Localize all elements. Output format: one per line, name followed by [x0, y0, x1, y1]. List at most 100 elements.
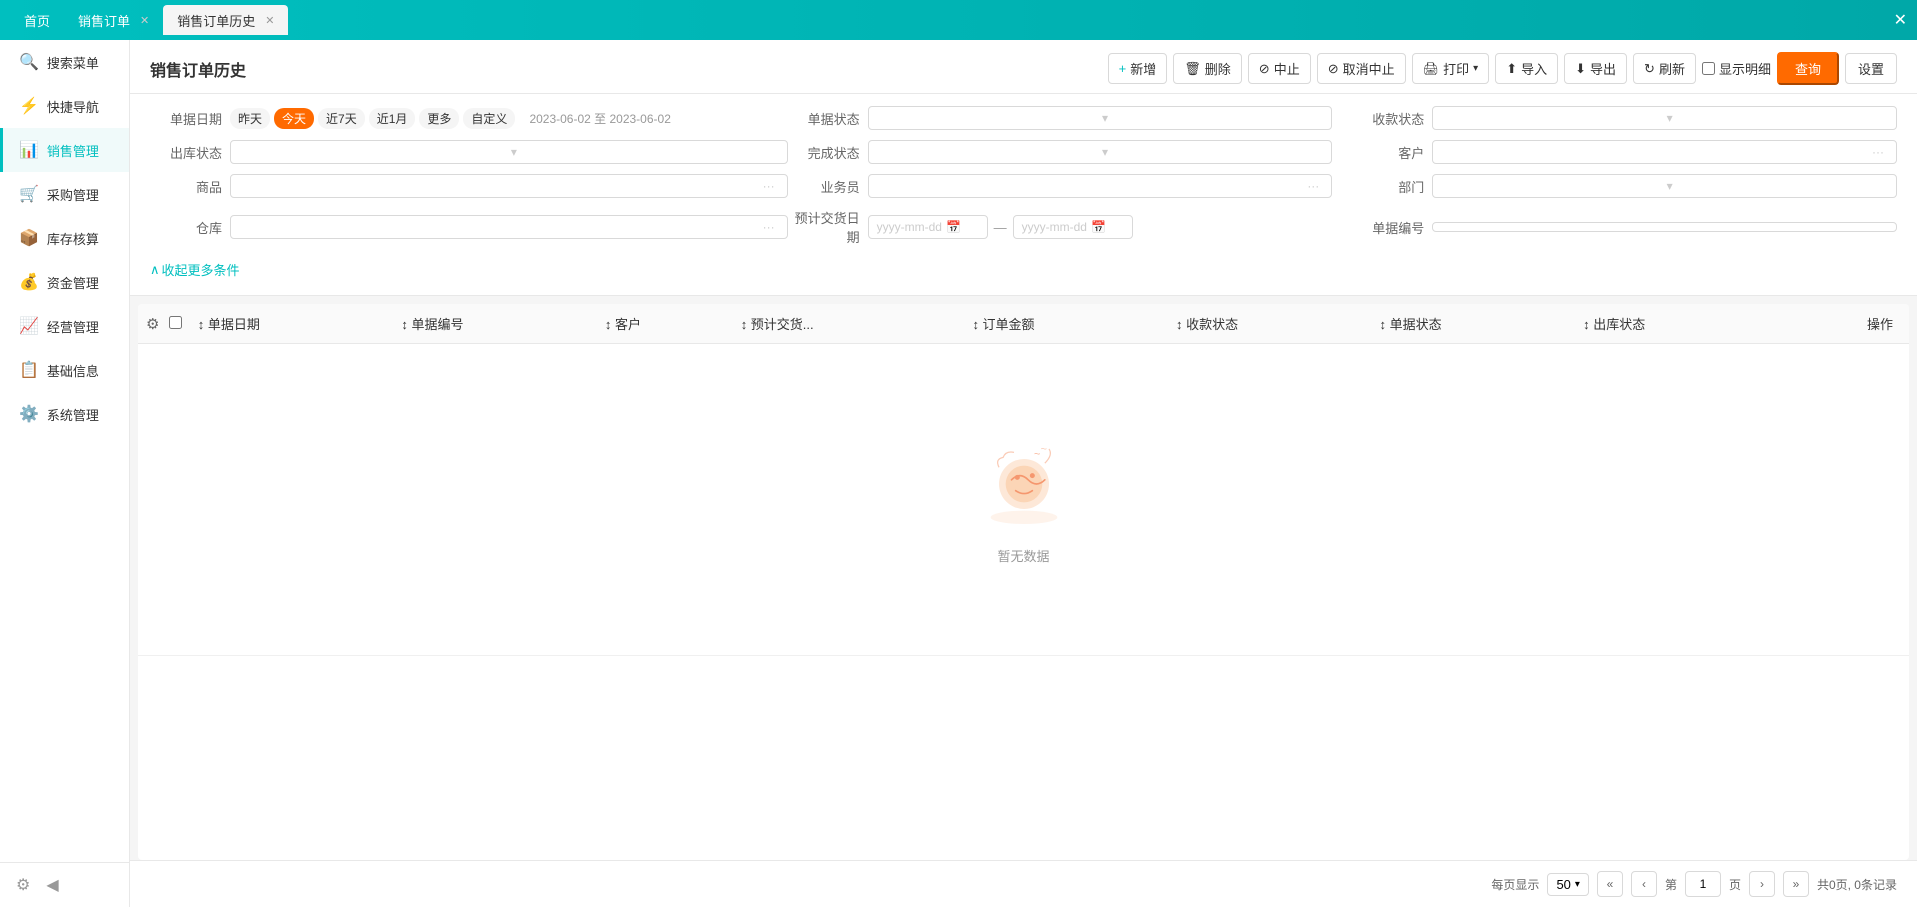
department-select[interactable]: ▾ — [1432, 174, 1897, 198]
date-tag-yesterday[interactable]: 昨天 — [230, 108, 270, 129]
date-tag-7days[interactable]: 近7天 — [318, 108, 365, 129]
delivery-date-end-calendar-icon[interactable]: 📅 — [1091, 220, 1106, 234]
delivery-status-label: 出库状态 — [150, 143, 230, 162]
product-input[interactable]: ··· — [230, 174, 788, 198]
filter-row-3: 商品 ··· 业务员 ··· — [150, 174, 1897, 198]
page-size-dropdown-icon: ▾ — [1575, 879, 1580, 890]
next-page-button[interactable]: › — [1749, 871, 1775, 897]
sidebar-item-operations[interactable]: 📈 经营管理 — [0, 304, 129, 348]
collapse-button[interactable]: ∧ 收起更多条件 — [150, 260, 1897, 279]
delivery-date-end-input[interactable]: yyyy-mm-dd 📅 — [1013, 215, 1133, 239]
print-button[interactable]: 🖨 打印 ▾ — [1412, 53, 1490, 84]
sidebar-item-sys-mgmt[interactable]: ⚙️ 系统管理 — [0, 392, 129, 436]
date-tag-1month[interactable]: 近1月 — [369, 108, 416, 129]
order-status-select[interactable]: ▾ — [868, 106, 1333, 130]
order-number-input[interactable] — [1432, 222, 1897, 232]
close-window-btn[interactable]: ✕ — [1894, 10, 1907, 30]
collapse-icon: ∧ — [150, 262, 160, 278]
refresh-button[interactable]: ↻ 刷新 — [1633, 53, 1696, 84]
sidebar-settings-icon[interactable]: ⚙ — [16, 875, 30, 895]
sidebar-item-search-menu[interactable]: 🔍 搜索菜单 — [0, 40, 129, 84]
th-date-label: ↕ 单据日期 — [198, 317, 260, 332]
page-header: 销售订单历史 + 新增 🗑 删除 ⊘ 中止 ⊘ 取消中止 — [130, 40, 1917, 94]
sidebar-item-sales-mgmt[interactable]: 📊 销售管理 — [0, 128, 129, 172]
select-all-checkbox[interactable] — [169, 316, 182, 329]
th-customer-label: ↕ 客户 — [605, 317, 641, 332]
print-icon: 🖨 — [1423, 61, 1440, 77]
delivery-date-end-text: yyyy-mm-dd — [1022, 220, 1087, 234]
collapse-label: 收起更多条件 — [162, 260, 240, 279]
delivery-date-field: yyyy-mm-dd 📅 — yyyy-mm-dd 📅 — [868, 215, 1333, 239]
cancel-stop-icon: ⊘ — [1328, 61, 1339, 77]
sidebar-item-basic-info-label: 基础信息 — [47, 361, 99, 380]
th-payment-status-label: ↕ 收款状态 — [1176, 317, 1238, 332]
prev-page-button[interactable]: ‹ — [1631, 871, 1657, 897]
delivery-date-start-input[interactable]: yyyy-mm-dd 📅 — [868, 215, 988, 239]
delete-button[interactable]: 🗑 删除 — [1173, 53, 1242, 84]
filter-row-1: 单据日期 昨天 今天 近7天 近1月 更多 自定义 2023-06-02 至 2… — [150, 106, 1897, 130]
empty-cell: ~ ~ 暂无数据 — [138, 344, 1909, 656]
date-tag-today[interactable]: 今天 — [274, 108, 314, 129]
delete-icon: 🗑 — [1184, 61, 1201, 77]
sys-mgmt-icon: ⚙️ — [19, 404, 39, 424]
page-size-select[interactable]: 50 ▾ — [1547, 873, 1589, 896]
th-amount: ↕ 订单金额 — [964, 304, 1168, 344]
date-tag-custom[interactable]: 自定义 — [463, 108, 515, 129]
settings-icon-btn[interactable]: ⚙ — [146, 316, 159, 333]
delivery-date-label: 预计交货日期 — [788, 208, 868, 246]
show-detail-checkbox[interactable] — [1702, 62, 1715, 75]
new-label: 新增 — [1130, 59, 1156, 78]
payment-status-select[interactable]: ▾ — [1432, 106, 1897, 130]
salesperson-field: ··· — [868, 174, 1333, 198]
sidebar-item-sales-mgmt-label: 销售管理 — [47, 141, 99, 160]
salesperson-ellipsis-icon[interactable]: ··· — [1303, 179, 1323, 193]
tab-sales-order[interactable]: 销售订单 ✕ — [64, 5, 163, 35]
sidebar-item-purchase-mgmt-label: 采购管理 — [47, 185, 99, 204]
cancel-stop-button[interactable]: ⊘ 取消中止 — [1317, 53, 1406, 84]
sidebar-item-inventory[interactable]: 📦 库存核算 — [0, 216, 129, 260]
page-number-input[interactable] — [1685, 871, 1721, 897]
first-page-button[interactable]: « — [1597, 871, 1623, 897]
order-status-field: ▾ — [868, 106, 1333, 130]
operations-icon: 📈 — [19, 316, 39, 336]
export-button[interactable]: ⬇ 导出 — [1564, 53, 1627, 84]
sidebar-item-finance[interactable]: 💰 资金管理 — [0, 260, 129, 304]
main-layout: 🔍 搜索菜单 ⚡ 快捷导航 📊 销售管理 🛒 采购管理 📦 库存核算 💰 资金管… — [0, 40, 1917, 907]
th-order-status-label: ↕ 单据状态 — [1380, 317, 1442, 332]
delivery-status-select[interactable]: ▾ — [230, 140, 788, 164]
warehouse-ellipsis-icon[interactable]: ··· — [759, 220, 779, 234]
query-button[interactable]: 查询 — [1777, 52, 1839, 85]
sidebar-collapse-icon[interactable]: ◀ — [46, 875, 58, 895]
export-icon: ⬇ — [1575, 61, 1586, 77]
warehouse-input[interactable]: ··· — [230, 215, 788, 239]
content-area: 销售订单历史 + 新增 🗑 删除 ⊘ 中止 ⊘ 取消中止 — [130, 40, 1917, 907]
order-status-label: 单据状态 — [788, 109, 868, 128]
sidebar-item-purchase-mgmt[interactable]: 🛒 采购管理 — [0, 172, 129, 216]
customer-input[interactable]: ··· — [1432, 140, 1897, 164]
customer-field: ··· — [1432, 140, 1897, 164]
empty-row: ~ ~ 暂无数据 — [138, 344, 1909, 656]
complete-status-select[interactable]: ▾ — [868, 140, 1333, 164]
import-button[interactable]: ⬆ 导入 — [1495, 53, 1558, 84]
sidebar-item-finance-label: 资金管理 — [47, 273, 99, 292]
tab-sales-history-close[interactable]: ✕ — [265, 14, 274, 27]
complete-status-field: ▾ — [868, 140, 1333, 164]
sidebar-item-basic-info[interactable]: 📋 基础信息 — [0, 348, 129, 392]
department-label: 部门 — [1352, 177, 1432, 196]
tab-sales-order-close[interactable]: ✕ — [140, 14, 149, 27]
last-page-button[interactable]: » — [1783, 871, 1809, 897]
delivery-date-start-text: yyyy-mm-dd — [877, 220, 942, 234]
new-button[interactable]: + 新增 — [1108, 53, 1168, 84]
customer-ellipsis-icon[interactable]: ··· — [1868, 145, 1888, 159]
stop-button[interactable]: ⊘ 中止 — [1248, 53, 1311, 84]
sidebar-item-quick-nav[interactable]: ⚡ 快捷导航 — [0, 84, 129, 128]
tab-home[interactable]: 首页 — [10, 5, 64, 35]
date-tag-more[interactable]: 更多 — [419, 108, 459, 129]
tab-sales-history[interactable]: 销售订单历史 ✕ — [163, 5, 288, 35]
delivery-date-start-calendar-icon[interactable]: 📅 — [946, 220, 961, 234]
product-ellipsis-icon[interactable]: ··· — [759, 179, 779, 193]
setting-button[interactable]: 设置 — [1845, 53, 1897, 84]
warehouse-field: ··· — [230, 215, 788, 239]
svg-text:~: ~ — [1040, 443, 1046, 455]
salesperson-input[interactable]: ··· — [868, 174, 1333, 198]
